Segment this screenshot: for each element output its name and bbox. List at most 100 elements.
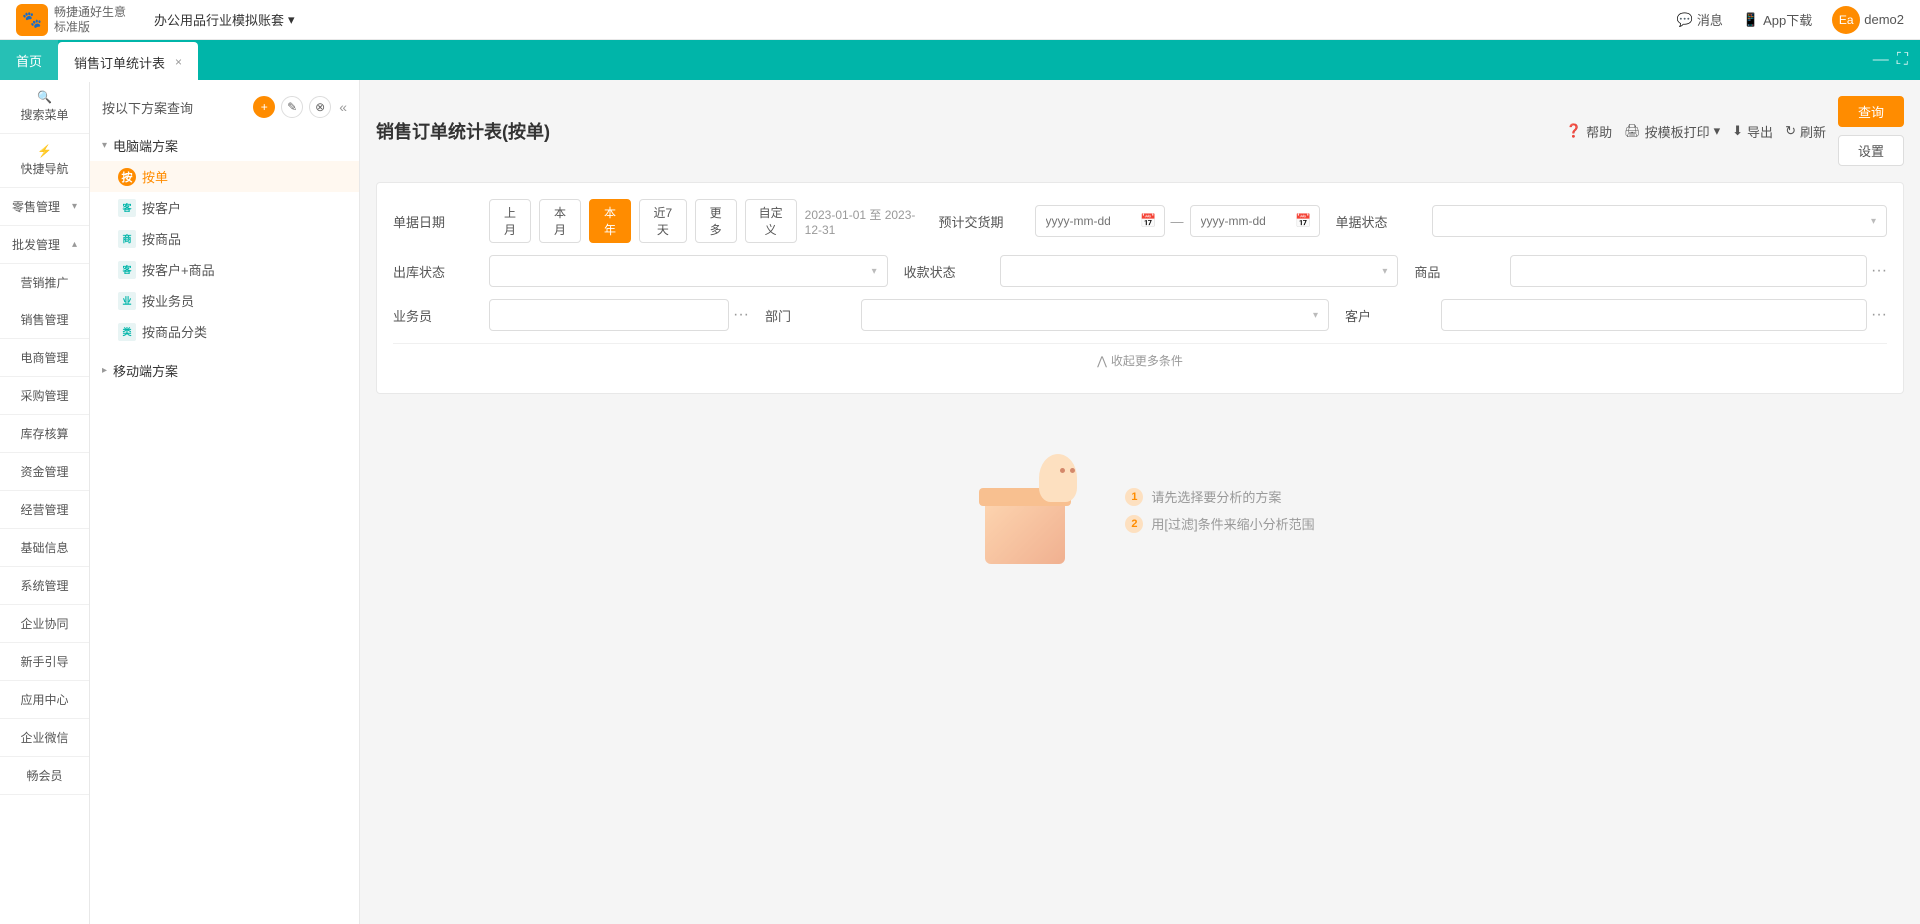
company-selector[interactable]: 办公用品行业模拟账套 ▾	[154, 10, 295, 29]
sidebar-item-retail[interactable]: 零售管理 ▾	[0, 188, 89, 225]
tab-home[interactable]: 首页	[0, 40, 58, 80]
status-select[interactable]: ▾	[1432, 205, 1888, 237]
payment-label: 收款状态	[904, 262, 984, 281]
delivery-date-label: 预计交货期	[939, 212, 1019, 231]
top-bar-right: 💬 消息 📱 App下载 Ea demo2	[1677, 6, 1904, 34]
delivery-date-from-input[interactable]	[1035, 205, 1165, 237]
sidebar-item-quicknav[interactable]: ⚡ 快捷导航	[0, 134, 89, 187]
edit-plan-btn[interactable]: ✎	[281, 96, 303, 118]
delivery-date-to-wrapper: 📅	[1190, 205, 1320, 237]
tab-bar: 首页 销售订单统计表 × — ⛶	[0, 40, 1920, 80]
status-chevron: ▾	[1871, 216, 1876, 227]
department-select[interactable]: ▾	[861, 299, 1329, 331]
sidebar-item-search[interactable]: 🔍 搜索菜单	[0, 80, 89, 133]
customer-select[interactable]	[1441, 299, 1867, 331]
btn-last-month[interactable]: 上月	[489, 199, 531, 243]
company-dropdown-arrow: ▾	[288, 12, 295, 28]
sidebar-item-system[interactable]: 系统管理	[0, 567, 89, 604]
sidebar-section-system: 系统管理	[0, 567, 89, 605]
btn-this-month[interactable]: 本月	[539, 199, 581, 243]
sidebar-item-newbie[interactable]: 新手引导	[0, 643, 89, 680]
sidebar-item-marketing[interactable]: 营销推广	[0, 264, 89, 301]
sidebar-item-ecommerce[interactable]: 电商管理	[0, 339, 89, 376]
collapse-panel-btn[interactable]: «	[339, 99, 347, 115]
payment-select[interactable]: ▾	[1000, 255, 1399, 287]
app-download-action[interactable]: 📱 App下载	[1743, 10, 1812, 29]
sidebar-item-basic[interactable]: 基础信息	[0, 529, 89, 566]
left-panel-header: 按以下方案查询 + ✎ ⊗ «	[90, 92, 359, 126]
sidebar-section-ecommerce: 电商管理	[0, 339, 89, 377]
sidebar-section-member: 畅会员	[0, 757, 89, 795]
empty-box-body	[985, 499, 1065, 564]
date-buttons-group: 上月 本月 本年 近7天 更多 自定义 2023-01-01 至 2023-12…	[489, 199, 923, 243]
btn-more[interactable]: 更多	[695, 199, 737, 243]
tab-sales-order[interactable]: 销售订单统计表 ×	[58, 42, 198, 82]
export-btn[interactable]: ⬇ 导出	[1732, 122, 1773, 141]
message-action[interactable]: 💬 消息	[1677, 10, 1723, 29]
sidebar-item-finance[interactable]: 资金管理	[0, 453, 89, 490]
tree-item-by-customer[interactable]: 客 按客户	[90, 192, 359, 223]
sidebar-item-apps[interactable]: 应用中心	[0, 681, 89, 718]
shipment-select[interactable]: ▾	[489, 255, 888, 287]
customer-more-btn[interactable]: ···	[1871, 306, 1887, 324]
product-select[interactable]	[1510, 255, 1867, 287]
tree-section-desktop: ▾ 电脑端方案 按 按单 客 按客户 商 按商品 客 按客户+商品	[90, 126, 359, 351]
customer-field: ···	[1441, 299, 1887, 331]
tab-close-btn[interactable]: ×	[175, 55, 182, 69]
delivery-date-to-input[interactable]	[1190, 205, 1320, 237]
sidebar-section-apps: 应用中心	[0, 681, 89, 719]
sidebar-section-operations: 经营管理	[0, 491, 89, 529]
sidebar-item-wholesale[interactable]: 批发管理 ▴	[0, 226, 89, 263]
customer-label: 客户	[1345, 306, 1425, 325]
tree-parent-mobile[interactable]: ▸ 移动端方案	[90, 355, 359, 386]
department-chevron: ▾	[1313, 310, 1318, 321]
collapse-filters-btn[interactable]: ⋀ 收起更多条件	[393, 343, 1887, 377]
quicknav-icon: ⚡	[37, 144, 52, 158]
sidebar-item-wechat[interactable]: 企业微信	[0, 719, 89, 756]
product-field: ···	[1510, 255, 1887, 287]
add-plan-btn[interactable]: +	[253, 96, 275, 118]
tree-item-by-order[interactable]: 按 按单	[90, 161, 359, 192]
tree-item-by-category[interactable]: 类 按商品分类	[90, 316, 359, 347]
settings-button[interactable]: 设置	[1838, 135, 1904, 166]
sidebar-item-enterprise[interactable]: 企业协同	[0, 605, 89, 642]
btn-this-year[interactable]: 本年	[589, 199, 631, 243]
search-icon: 🔍	[37, 90, 52, 104]
logo-text: 畅捷通好生意 标准版	[54, 5, 126, 34]
tab-maximize-btn[interactable]: ⛶	[1897, 51, 1908, 69]
print-dropdown-arrow: ▾	[1714, 123, 1721, 139]
btn-last7[interactable]: 近7天	[639, 199, 687, 243]
sidebar-item-inventory[interactable]: 库存核算	[0, 415, 89, 452]
empty-state-inner: 1 请先选择要分析的方案 2 用[过滤]条件来缩小分析范围	[965, 454, 1314, 574]
sidebar-item-member[interactable]: 畅会员	[0, 757, 89, 794]
btn-custom[interactable]: 自定义	[745, 199, 797, 243]
sidebar-item-operations[interactable]: 经营管理	[0, 491, 89, 528]
tree-item-by-cust-prod[interactable]: 客 按客户+商品	[90, 254, 359, 285]
sidebar-item-sales[interactable]: 销售管理	[0, 301, 89, 338]
tree-item-by-product[interactable]: 商 按商品	[90, 223, 359, 254]
date-label: 单据日期	[393, 212, 473, 231]
status-label: 单据状态	[1336, 212, 1416, 231]
refresh-btn[interactable]: ↻ 刷新	[1785, 122, 1826, 141]
empty-state: 1 请先选择要分析的方案 2 用[过滤]条件来缩小分析范围	[376, 394, 1904, 634]
help-btn[interactable]: ❓ 帮助	[1566, 122, 1612, 141]
tab-bar-right: — ⛶	[1873, 51, 1920, 69]
tree-item-by-staff[interactable]: 业 按业务员	[90, 285, 359, 316]
template-print-btn[interactable]: 🖨 按模板打印 ▾	[1624, 122, 1720, 141]
sidebar-subsection: 营销推广 销售管理	[0, 264, 89, 339]
query-button[interactable]: 查询	[1838, 96, 1904, 127]
staff-more-btn[interactable]: ···	[733, 306, 749, 324]
delete-plan-btn[interactable]: ⊗	[309, 96, 331, 118]
date-separator: —	[1171, 214, 1184, 229]
by-cust-prod-icon: 客	[118, 261, 136, 279]
product-more-btn[interactable]: ···	[1871, 262, 1887, 280]
user-profile[interactable]: Ea demo2	[1832, 6, 1904, 34]
sidebar: 🔍 搜索菜单 ⚡ 快捷导航 零售管理 ▾ 批发管理 ▴ 营销推广	[0, 80, 90, 924]
tree-parent-desktop[interactable]: ▾ 电脑端方案	[90, 130, 359, 161]
query-settings-group: 查询 设置	[1838, 96, 1904, 166]
sidebar-section-enterprise: 企业协同	[0, 605, 89, 643]
content-area: 按以下方案查询 + ✎ ⊗ « ▾ 电脑端方案 按 按单 客	[90, 80, 1920, 924]
tab-minimize-btn[interactable]: —	[1873, 51, 1889, 69]
sidebar-item-purchase[interactable]: 采购管理	[0, 377, 89, 414]
staff-select[interactable]	[489, 299, 729, 331]
